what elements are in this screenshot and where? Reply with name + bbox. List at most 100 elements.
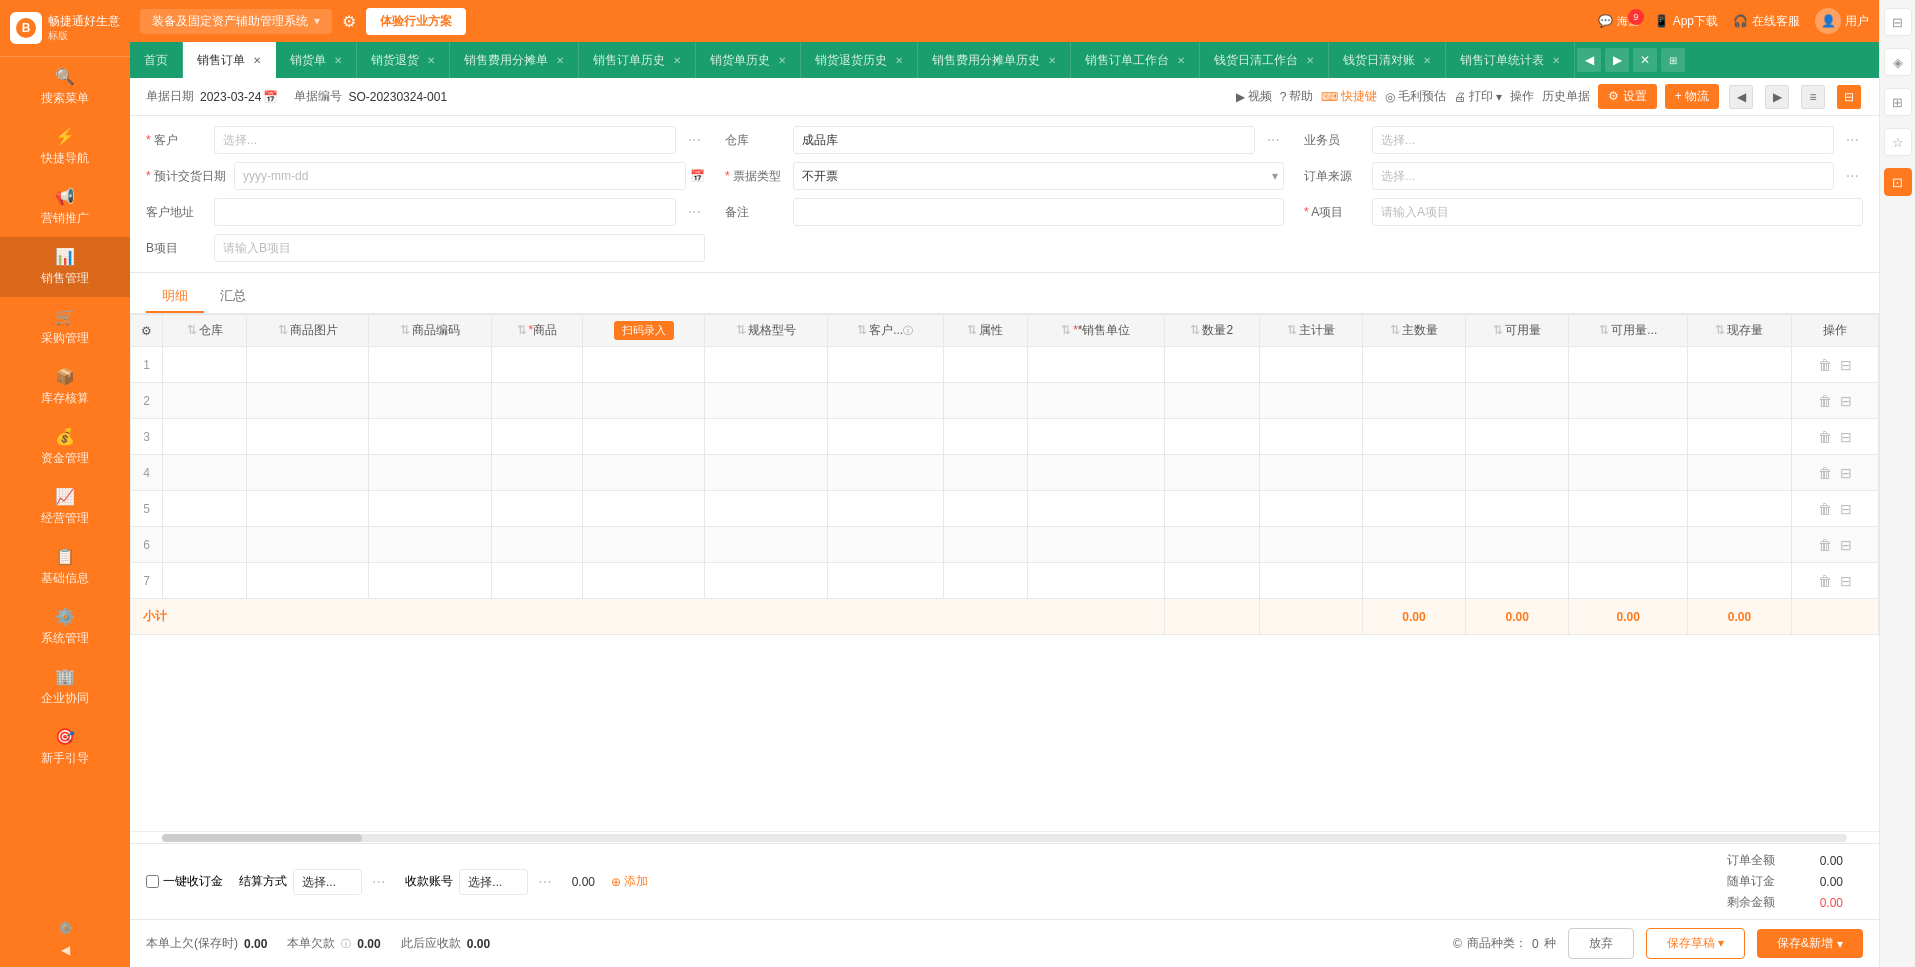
addr-expand-btn[interactable]: ··· (684, 203, 705, 221)
tab-close-sales-return[interactable]: ✕ (334, 55, 342, 66)
invoice-type-select[interactable]: 不开票 增值税普通发票 增值税专用发票 (793, 162, 1284, 190)
card-view-btn[interactable]: ⊟ (1837, 85, 1861, 109)
payment-expand-btn[interactable]: ··· (368, 873, 389, 891)
row-copy-btn[interactable]: ⊟ (1838, 355, 1854, 375)
tab-close-fee-history[interactable]: ✕ (1048, 55, 1056, 66)
sidebar-item-operations[interactable]: 📈 经营管理 (0, 477, 130, 537)
help-btn[interactable]: ? 帮助 (1280, 88, 1314, 105)
sidebar-gear-btn[interactable]: ⚙️ (58, 921, 73, 935)
tab-fee-history[interactable]: 销售费用分摊单历史 ✕ (918, 42, 1071, 78)
tab-close-workbench[interactable]: ✕ (1177, 55, 1185, 66)
sidebar-item-marketing[interactable]: 📢 营销推广 (0, 177, 130, 237)
tab-sales-history[interactable]: 销售订单历史 ✕ (579, 42, 696, 78)
tab-close-all-btn[interactable]: ✕ (1633, 48, 1657, 72)
customer-input[interactable] (214, 126, 676, 154)
sidebar-item-guide[interactable]: 🎯 新手引导 (0, 717, 130, 777)
settings-orange-btn[interactable]: ⚙ 设置 (1598, 84, 1656, 109)
row-copy-btn[interactable]: ⊟ (1838, 391, 1854, 411)
sidebar-item-base[interactable]: 📋 基础信息 (0, 537, 130, 597)
tab-home[interactable]: 首页 (130, 42, 183, 78)
table-tab-summary[interactable]: 汇总 (204, 281, 262, 313)
tab-fee-split[interactable]: 销售费用分摊单 ✕ (450, 42, 579, 78)
add-payment-btn[interactable]: ⊕ 添加 (611, 873, 648, 890)
account-select[interactable]: 选择... (459, 869, 528, 895)
print-dropdown-icon[interactable]: ▾ (1496, 90, 1502, 104)
warehouse-input[interactable] (793, 126, 1255, 154)
row-copy-btn[interactable]: ⊟ (1838, 571, 1854, 591)
row-copy-btn[interactable]: ⊟ (1838, 535, 1854, 555)
right-panel-btn-5[interactable]: ⊡ (1884, 168, 1912, 196)
tab-close-payment-daily[interactable]: ✕ (1306, 55, 1314, 66)
tab-close-sales-refund[interactable]: ✕ (427, 55, 435, 66)
row-delete-btn[interactable]: 🗑 (1816, 427, 1834, 447)
tab-sales-refund[interactable]: 销货退货 ✕ (357, 42, 450, 78)
account-expand-btn[interactable]: ··· (534, 873, 555, 891)
operate-btn[interactable]: 操作 (1510, 88, 1534, 105)
tab-next-btn[interactable]: ▶ (1605, 48, 1629, 72)
tab-menu-btn[interactable]: ⊞ (1661, 48, 1685, 72)
tab-return-history[interactable]: 销货单历史 ✕ (696, 42, 801, 78)
row-delete-btn[interactable]: 🗑 (1816, 499, 1834, 519)
tab-stats[interactable]: 销售订单统计表 ✕ (1446, 42, 1575, 78)
online-service-btn[interactable]: 🎧 在线客服 (1733, 13, 1800, 30)
tab-close-sales-history[interactable]: ✕ (673, 55, 681, 66)
tab-close-reconcile[interactable]: ✕ (1423, 55, 1431, 66)
view-video-btn[interactable]: ▶ 视频 (1236, 88, 1272, 105)
one-click-checkbox-input[interactable] (146, 875, 159, 888)
right-panel-btn-3[interactable]: ⊞ (1884, 88, 1912, 116)
staff-expand-btn[interactable]: ··· (1842, 131, 1863, 149)
sidebar-item-sales[interactable]: 📊 销售管理 (0, 237, 130, 297)
calendar-icon[interactable]: 📅 (263, 90, 278, 104)
right-panel-btn-1[interactable]: ⊟ (1884, 8, 1912, 36)
order-source-expand-btn[interactable]: ··· (1842, 167, 1863, 185)
row-delete-btn[interactable]: 🗑 (1816, 391, 1834, 411)
sidebar-collapse-btn[interactable]: ◀ (61, 943, 70, 957)
row-delete-btn[interactable]: 🗑 (1816, 571, 1834, 591)
row-delete-btn[interactable]: 🗑 (1816, 463, 1834, 483)
tab-close-fee-split[interactable]: ✕ (556, 55, 564, 66)
row-delete-btn[interactable]: 🗑 (1816, 535, 1834, 555)
user-avatar[interactable]: 👤 用户 (1815, 8, 1869, 34)
horizontal-scrollbar[interactable] (162, 834, 1847, 842)
row-delete-btn[interactable]: 🗑 (1816, 355, 1834, 375)
prev-record-btn[interactable]: ◀ (1729, 85, 1753, 109)
save-new-button[interactable]: 保存&新增 ▾ (1757, 929, 1863, 958)
print-btn[interactable]: 🖨 打印 ▾ (1454, 88, 1502, 105)
tab-close-return-history[interactable]: ✕ (778, 55, 786, 66)
delivery-cal-icon[interactable]: 📅 (690, 169, 705, 183)
b-project-input[interactable] (214, 234, 705, 262)
sidebar-item-enterprise[interactable]: 🏢 企业协同 (0, 657, 130, 717)
tab-close-stats[interactable]: ✕ (1552, 55, 1560, 66)
delivery-date-input[interactable] (234, 162, 686, 190)
tab-close-refund-history[interactable]: ✕ (895, 55, 903, 66)
payment-method-select[interactable]: 选择... (293, 869, 362, 895)
remark-input[interactable] (793, 198, 1284, 226)
row-copy-btn[interactable]: ⊟ (1838, 499, 1854, 519)
scan-enter-btn[interactable]: 扫码录入 (614, 321, 674, 340)
topbar-gear-icon[interactable]: ⚙ (342, 12, 356, 31)
shortcut-btn[interactable]: ⌨ 快捷键 (1321, 88, 1377, 105)
industry-solution-button[interactable]: 体验行业方案 (366, 8, 466, 35)
table-tab-detail[interactable]: 明细 (146, 281, 204, 313)
save-dropdown-icon[interactable]: ▾ (1837, 937, 1843, 951)
tab-payment-reconcile[interactable]: 钱货日清对账 ✕ (1329, 42, 1446, 78)
tab-sales-return[interactable]: 销货单 ✕ (276, 42, 357, 78)
history-btn[interactable]: 历史单据 (1542, 88, 1590, 105)
sidebar-item-search[interactable]: 🔍 搜索菜单 (0, 57, 130, 117)
row-copy-btn[interactable]: ⊟ (1838, 463, 1854, 483)
abandon-button[interactable]: 放弃 (1568, 928, 1634, 959)
save-draft-button[interactable]: 保存草稿 ▾ (1646, 928, 1745, 959)
sidebar-item-quicknav[interactable]: ⚡ 快捷导航 (0, 117, 130, 177)
col-scan[interactable]: 扫码录入 (583, 315, 705, 347)
profit-btn[interactable]: ◎ 毛利预估 (1385, 88, 1446, 105)
row-copy-btn[interactable]: ⊟ (1838, 427, 1854, 447)
tab-close-sales-order[interactable]: ✕ (253, 55, 261, 66)
sidebar-item-system[interactable]: ⚙️ 系统管理 (0, 597, 130, 657)
a-project-input[interactable] (1372, 198, 1863, 226)
notification-btn[interactable]: 💬 海量 9 (1598, 14, 1639, 29)
customer-expand-btn[interactable]: ··· (684, 131, 705, 149)
warehouse-expand-btn[interactable]: ··· (1263, 131, 1284, 149)
tab-prev-btn[interactable]: ◀ (1577, 48, 1601, 72)
customer-addr-input[interactable] (214, 198, 676, 226)
staff-input[interactable] (1372, 126, 1834, 154)
